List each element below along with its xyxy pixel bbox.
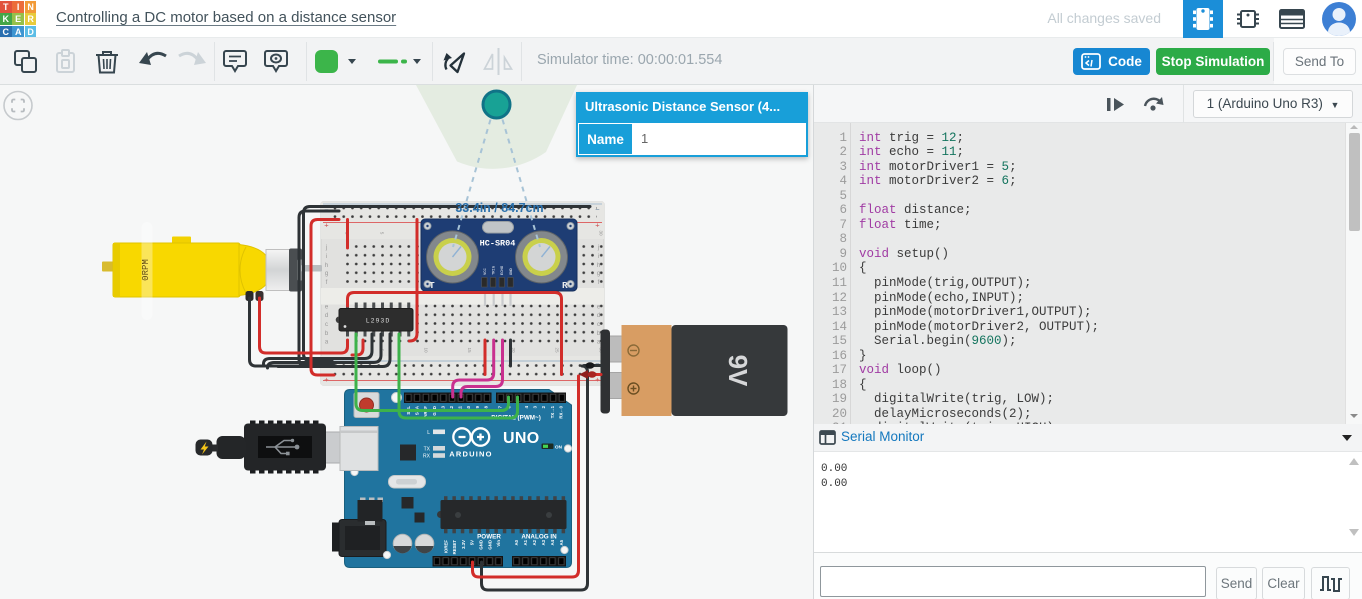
svg-text:GND: GND <box>510 267 514 275</box>
svg-text:i: i <box>326 254 327 260</box>
svg-text:3.3V: 3.3V <box>461 540 466 549</box>
svg-text:GND: GND <box>487 540 492 550</box>
svg-text:5V: 5V <box>470 540 475 545</box>
svg-text:A5: A5 <box>559 539 564 545</box>
svg-text:33.4in / 84.7cm: 33.4in / 84.7cm <box>455 201 543 215</box>
svg-text:R: R <box>562 280 568 291</box>
svg-text:A0: A0 <box>514 539 519 545</box>
svg-text:j: j <box>597 245 599 251</box>
svg-text:RESET: RESET <box>452 540 457 555</box>
svg-text:d: d <box>325 313 328 319</box>
svg-text:15: 15 <box>467 347 472 353</box>
svg-text:g: g <box>597 271 600 277</box>
svg-text:TX: TX <box>424 447 431 453</box>
svg-text:GND: GND <box>479 540 484 550</box>
svg-text:+: + <box>324 221 329 230</box>
svg-text:UNO: UNO <box>503 430 539 447</box>
svg-text:h: h <box>325 263 328 269</box>
svg-text:i: i <box>598 254 599 260</box>
svg-text:h: h <box>597 263 600 269</box>
svg-text:9V: 9V <box>723 355 753 387</box>
svg-text:0RPM: 0RPM <box>141 259 151 281</box>
svg-text:+: + <box>595 375 600 384</box>
svg-text:TX→1: TX→1 <box>550 405 555 418</box>
svg-text:HC-SR04: HC-SR04 <box>480 239 516 249</box>
svg-text:g: g <box>325 271 328 277</box>
svg-text:25: 25 <box>555 347 560 353</box>
svg-text:L293D: L293D <box>366 318 391 325</box>
svg-text:Vin: Vin <box>496 540 501 547</box>
svg-text:T: T <box>429 280 435 291</box>
svg-text:ON: ON <box>555 445 563 450</box>
svg-text:POWER: POWER <box>477 534 501 541</box>
svg-text:L: L <box>427 430 430 436</box>
svg-text:ECHO: ECHO <box>501 265 505 275</box>
svg-text:ANALOG IN: ANALOG IN <box>521 534 557 541</box>
svg-text:c: c <box>325 322 328 328</box>
svg-text:30: 30 <box>598 230 603 236</box>
svg-text:+: + <box>595 221 600 230</box>
svg-text:RX←0: RX←0 <box>559 405 564 418</box>
svg-text:c: c <box>597 322 600 328</box>
svg-text:VCC: VCC <box>484 267 488 275</box>
svg-text:d: d <box>597 313 600 319</box>
svg-text:ARDUINO: ARDUINO <box>449 450 492 459</box>
svg-text:RX: RX <box>423 454 431 460</box>
svg-text:j: j <box>325 245 327 251</box>
svg-text:TRIG: TRIG <box>493 265 497 275</box>
svg-text:IOREF: IOREF <box>443 540 448 554</box>
svg-text:5: 5 <box>380 232 385 235</box>
svg-text:−: − <box>595 205 600 214</box>
svg-text:10: 10 <box>423 347 428 353</box>
